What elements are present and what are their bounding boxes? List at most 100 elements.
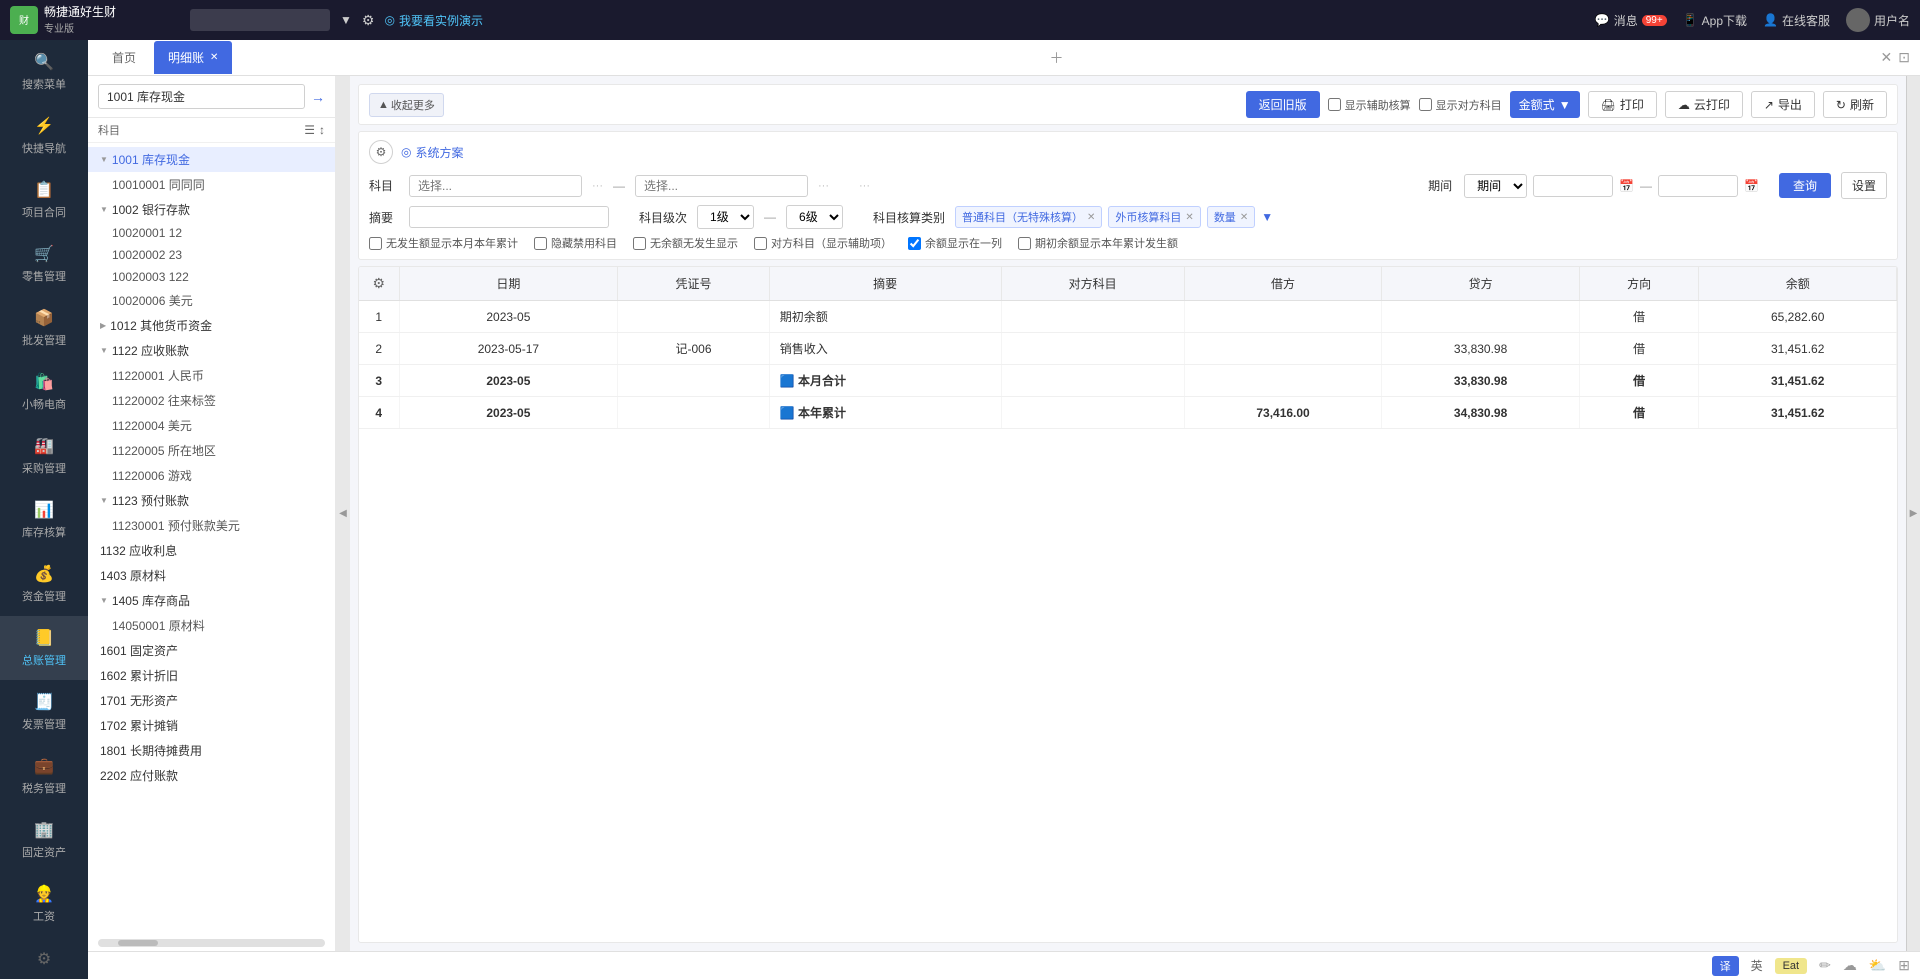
export-btn[interactable]: ↗ 导出 xyxy=(1751,91,1815,118)
amount-format-btn[interactable]: 金额式 ▼ xyxy=(1510,91,1580,118)
summary-input[interactable] xyxy=(409,206,609,228)
account-selector[interactable]: 1001 库存现金 xyxy=(98,84,305,109)
type-dropdown-icon[interactable]: ▼ xyxy=(1261,210,1273,224)
sidebar-item-quick-nav[interactable]: ⚡ 快捷导航 xyxy=(0,104,88,168)
period-end-input[interactable]: 2023-05 xyxy=(1658,175,1738,197)
tab-close-icon[interactable]: ✕ xyxy=(210,52,218,63)
period-end-calendar-icon[interactable]: 📅 xyxy=(1744,179,1759,193)
online-service-btn[interactable]: 👤 在线客服 xyxy=(1763,12,1830,29)
show-aux-input[interactable] xyxy=(1328,98,1341,111)
search-dropdown-icon[interactable]: ▼ xyxy=(340,13,352,27)
show-opposite-input[interactable] xyxy=(1419,98,1432,111)
tree-item-1132[interactable]: 1132 应收利息 xyxy=(88,538,335,563)
status-expand-icon[interactable]: ⊞ xyxy=(1898,957,1910,974)
tree-item-10020001[interactable]: 10020001 12 xyxy=(88,222,335,244)
settings-btn[interactable]: 设置 xyxy=(1841,172,1887,199)
level-from-select[interactable]: 1级 2级 3级 xyxy=(697,205,754,229)
tree-item-1123[interactable]: ▼ 1123 预付账款 xyxy=(88,488,335,513)
cb-balance-one-col[interactable]: 余额显示在一列 xyxy=(908,235,1002,251)
kemu-end-input[interactable] xyxy=(635,175,808,197)
return-old-btn[interactable]: 返回旧版 xyxy=(1246,91,1320,118)
side-panel-toggle[interactable]: ◀ xyxy=(336,76,350,951)
demo-link[interactable]: ◎ 我要看实例演示 xyxy=(384,12,483,29)
voucher-link[interactable]: 记-006 xyxy=(675,342,711,356)
sidebar-item-fixed-assets[interactable]: 🏢 固定资产 xyxy=(0,808,88,872)
tree-item-1601[interactable]: 1601 固定资产 xyxy=(88,638,335,663)
tree-item-1122[interactable]: ▼ 1122 应收账款 xyxy=(88,338,335,363)
sidebar-item-tax[interactable]: 💼 税务管理 xyxy=(0,744,88,808)
tag-foreign-close[interactable]: ✕ xyxy=(1185,212,1193,223)
cb-no-balance-input[interactable] xyxy=(633,237,646,250)
window-close-icon[interactable]: ✕ xyxy=(1881,49,1893,66)
status-cloud-icon[interactable]: ⛅ xyxy=(1869,957,1886,974)
status-upload-icon[interactable]: ☁ xyxy=(1843,957,1857,974)
sidebar-item-project[interactable]: 📋 项目合同 xyxy=(0,168,88,232)
table-settings-icon[interactable]: ⚙ xyxy=(372,275,385,291)
tag-quantity-close[interactable]: ✕ xyxy=(1240,212,1248,223)
sidebar-item-wholesale[interactable]: 📦 批发管理 xyxy=(0,296,88,360)
cb-opposite[interactable]: 对方科目（显示辅助项） xyxy=(754,235,892,251)
period-type-select[interactable]: 期间 年 月 xyxy=(1464,174,1527,198)
sidebar-item-search[interactable]: 🔍 搜索菜单 xyxy=(0,40,88,104)
tree-item-2202[interactable]: 2202 应付账款 xyxy=(88,763,335,788)
tree-item-11220004[interactable]: 11220004 美元 xyxy=(88,413,335,438)
tree-item-10010001[interactable]: 10010001 同同同 xyxy=(88,172,335,197)
tag-normal-close[interactable]: ✕ xyxy=(1087,212,1095,223)
settings-icon[interactable]: ⚙ xyxy=(362,12,375,29)
tree-item-1405[interactable]: ▼ 1405 库存商品 xyxy=(88,588,335,613)
sidebar-item-ledger[interactable]: 📒 总账管理 xyxy=(0,616,88,680)
app-download-btn[interactable]: 📱 App下载 xyxy=(1683,12,1747,29)
cb-no-balance[interactable]: 无余额无发生显示 xyxy=(633,235,738,251)
kemu-start-input[interactable] xyxy=(409,175,582,197)
eat-label[interactable]: Eat xyxy=(1775,958,1808,974)
tree-item-14050001[interactable]: 14050001 原材料 xyxy=(88,613,335,638)
cb-opening-balance-input[interactable] xyxy=(1018,237,1031,250)
tree-item-10020002[interactable]: 10020002 23 xyxy=(88,244,335,266)
show-aux-checkbox[interactable]: 显示辅助核算 xyxy=(1328,97,1411,113)
sidebar-item-purchase[interactable]: 🏭 采购管理 xyxy=(0,424,88,488)
message-btn[interactable]: 💬 消息 99+ xyxy=(1595,12,1667,29)
sidebar-item-fund[interactable]: 💰 资金管理 xyxy=(0,552,88,616)
collapse-btn[interactable]: ▲ 收起更多 xyxy=(369,93,444,117)
tab-detail[interactable]: 明细账 ✕ xyxy=(154,41,232,74)
window-maximize-icon[interactable]: ⊡ xyxy=(1898,49,1910,66)
level-to-select[interactable]: 6级 5级 4级 xyxy=(786,205,843,229)
tree-item-10020006[interactable]: 10020006 美元 xyxy=(88,288,335,313)
cb-hide-disabled-input[interactable] xyxy=(534,237,547,250)
sidebar-item-salary[interactable]: 👷 工资 xyxy=(0,872,88,936)
tree-list-icon[interactable]: ☰ xyxy=(304,123,315,137)
tree-item-1701[interactable]: 1701 无形资产 xyxy=(88,688,335,713)
cb-balance-one-col-input[interactable] xyxy=(908,237,921,250)
tree-item-11220001[interactable]: 11220001 人民币 xyxy=(88,363,335,388)
account-selector-arrow[interactable]: → xyxy=(311,89,325,105)
tree-item-11220002[interactable]: 11220002 往来标签 xyxy=(88,388,335,413)
cloud-print-btn[interactable]: ☁ 云打印 xyxy=(1665,91,1743,118)
user-profile[interactable]: 用户名 xyxy=(1846,8,1910,32)
settings-bottom-icon[interactable]: ⚙ xyxy=(37,951,51,968)
filter-settings-icon[interactable]: ⚙ xyxy=(369,140,393,164)
sidebar-item-retail[interactable]: 🛒 零售管理 xyxy=(0,232,88,296)
cb-no-amount-input[interactable] xyxy=(369,237,382,250)
sidebar-item-ecommerce[interactable]: 🛍️ 小畅电商 xyxy=(0,360,88,424)
tree-item-1002[interactable]: ▼ 1002 银行存款 xyxy=(88,197,335,222)
show-opposite-checkbox[interactable]: 显示对方科目 xyxy=(1419,97,1502,113)
tab-home[interactable]: 首页 xyxy=(98,41,150,74)
tree-item-1001[interactable]: ▼ 1001 库存现金 xyxy=(88,147,335,172)
refresh-btn[interactable]: ↻ 刷新 xyxy=(1823,91,1887,118)
cb-hide-disabled[interactable]: 隐藏禁用科目 xyxy=(534,235,617,251)
right-panel-toggle[interactable]: ▶ xyxy=(1906,76,1920,951)
cb-no-amount[interactable]: 无发生额显示本月本年累计 xyxy=(369,235,518,251)
tab-expand-icon[interactable]: ＋ xyxy=(1049,48,1063,68)
cb-opening-balance[interactable]: 期初余额显示本年累计发生额 xyxy=(1018,235,1178,251)
status-edit-icon[interactable]: ✏ xyxy=(1819,957,1831,974)
tree-item-1602[interactable]: 1602 累计折旧 xyxy=(88,663,335,688)
tree-item-1801[interactable]: 1801 长期待摊费用 xyxy=(88,738,335,763)
cb-opposite-input[interactable] xyxy=(754,237,767,250)
tree-item-11220005[interactable]: 11220005 所在地区 xyxy=(88,438,335,463)
tree-item-10020003[interactable]: 10020003 122 xyxy=(88,266,335,288)
system-scheme-btn[interactable]: ◎ 系统方案 xyxy=(401,144,464,161)
status-lang-label[interactable]: 英 xyxy=(1751,957,1763,974)
sidebar-item-inventory[interactable]: 📊 库存核算 xyxy=(0,488,88,552)
sidebar-item-invoice[interactable]: 🧾 发票管理 xyxy=(0,680,88,744)
tree-search-icon[interactable]: ↕ xyxy=(319,123,325,137)
